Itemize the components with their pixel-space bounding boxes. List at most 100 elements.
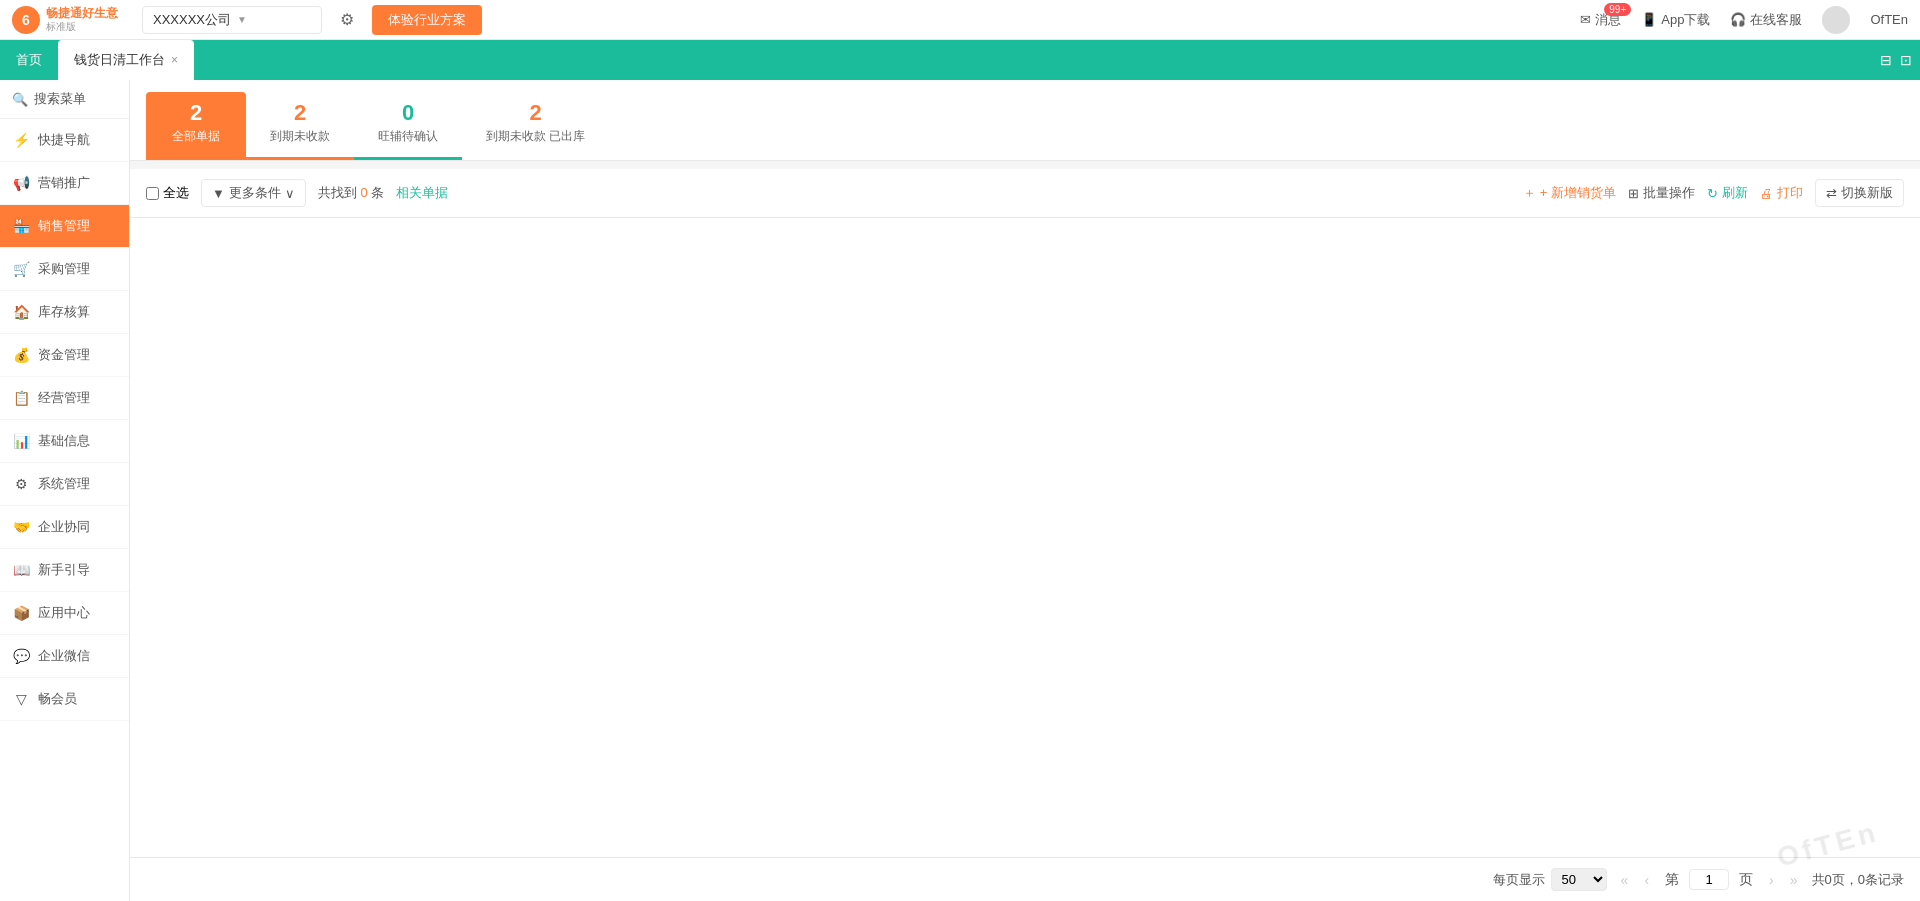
sidebar-item-system-label: 系统管理	[38, 475, 90, 493]
prev-page-button[interactable]: ‹	[1638, 870, 1655, 890]
add-sale-button[interactable]: ＋ + 新增销货单	[1523, 184, 1616, 202]
last-page-button[interactable]: »	[1784, 870, 1804, 890]
filter-button[interactable]: ▼ 更多条件 ∨	[201, 179, 306, 207]
switch-version-button[interactable]: ⇄ 切换新版	[1815, 179, 1904, 207]
marketing-icon: 📢	[12, 175, 30, 191]
top-header: 6 畅捷通好生意 标准版 XXXXXX公司 ▼ ⚙ 体验行业方案 ✉ 消息 99…	[0, 0, 1920, 40]
stat-label-overdue: 到期未收款	[270, 128, 330, 145]
company-selector[interactable]: XXXXXX公司 ▼	[142, 6, 322, 34]
filter-label: 更多条件	[229, 184, 281, 202]
quick-nav-icon: ⚡	[12, 132, 30, 148]
add-label: + 新增销货单	[1540, 184, 1616, 202]
tab-close-icon[interactable]: ×	[171, 53, 178, 67]
total-records-label: 共0页，0条记录	[1812, 871, 1904, 889]
stat-label-all: 全部单据	[172, 128, 220, 145]
filter-dropdown-icon: ∨	[285, 186, 295, 201]
sidebar-item-enterprise[interactable]: 🤝 企业协同	[0, 506, 129, 549]
stat-tab-overdue[interactable]: 2 到期未收款	[246, 92, 354, 160]
stat-tab-wangwang[interactable]: 0 旺辅待确认	[354, 92, 462, 160]
sidebar-item-apps[interactable]: 📦 应用中心	[0, 592, 129, 635]
sidebar-item-system[interactable]: ⚙ 系统管理	[0, 463, 129, 506]
next-page-button[interactable]: ›	[1763, 870, 1780, 890]
per-page-selector: 每页显示 10 20 50 100	[1493, 868, 1607, 891]
wechat-icon: 💬	[12, 648, 30, 664]
sidebar-item-guide[interactable]: 📖 新手引导	[0, 549, 129, 592]
system-icon: ⚙	[12, 476, 30, 492]
stat-count-shipped: 2	[530, 100, 542, 126]
sidebar-item-member-label: 畅会员	[38, 690, 77, 708]
stat-label-wangwang: 旺辅待确认	[378, 128, 438, 145]
settings-button[interactable]: ⚙	[332, 5, 362, 35]
app-download-button[interactable]: 📱 App下载	[1641, 11, 1710, 29]
refresh-label: 刷新	[1722, 184, 1748, 202]
page-navigation: « ‹ 第 页 › »	[1615, 869, 1804, 891]
online-service-button[interactable]: 🎧 在线客服	[1730, 11, 1802, 29]
page-label: 第	[1659, 869, 1685, 891]
online-service-label: 在线客服	[1750, 11, 1802, 29]
sidebar-item-member[interactable]: ▽ 畅会员	[0, 678, 129, 721]
sidebar-item-quick-nav[interactable]: ⚡ 快捷导航	[0, 119, 129, 162]
select-all-input[interactable]	[146, 187, 159, 200]
download-icon: 📱	[1641, 12, 1657, 27]
tab-workbench[interactable]: 钱货日清工作台 ×	[58, 40, 194, 80]
page-input[interactable]	[1689, 869, 1729, 890]
pagination: 每页显示 10 20 50 100 « ‹ 第 页 › » 共0页，0条记录	[130, 857, 1920, 901]
sidebar-item-inventory[interactable]: 🏠 库存核算	[0, 291, 129, 334]
per-page-select[interactable]: 10 20 50 100	[1551, 868, 1607, 891]
apps-icon: 📦	[12, 605, 30, 621]
stat-count-wangwang: 0	[402, 100, 414, 126]
inventory-icon: 🏠	[12, 304, 30, 320]
sidebar-item-wechat[interactable]: 💬 企业微信	[0, 635, 129, 678]
sidebar-item-sales[interactable]: 🏪 销售管理	[0, 205, 129, 248]
guide-icon: 📖	[12, 562, 30, 578]
app-logo-text: 畅捷通好生意 标准版	[46, 6, 118, 32]
batch-operation-button[interactable]: ⊞ 批量操作	[1628, 184, 1695, 202]
tab-home[interactable]: 首页	[0, 40, 58, 80]
member-icon: ▽	[12, 691, 30, 707]
message-button[interactable]: ✉ 消息 99+	[1580, 11, 1621, 29]
sidebar-item-basic[interactable]: 📊 基础信息	[0, 420, 129, 463]
app-version: 标准版	[46, 21, 118, 33]
sidebar-search[interactable]: 🔍 搜索菜单	[0, 80, 129, 119]
stat-count-all: 2	[190, 100, 202, 126]
stats-tabs: 2 全部单据 2 到期未收款 0 旺辅待确认 2 到期未收款 已出库	[130, 80, 1920, 161]
stat-tab-shipped[interactable]: 2 到期未收款 已出库	[462, 92, 609, 160]
purchase-icon: 🛒	[12, 261, 30, 277]
message-badge: 99+	[1604, 3, 1631, 16]
sidebar-item-operation-label: 经营管理	[38, 389, 90, 407]
search-icon: 🔍	[12, 92, 28, 107]
avatar[interactable]	[1822, 6, 1850, 34]
stat-label-shipped: 到期未收款 已出库	[486, 128, 585, 145]
sidebar-item-inventory-label: 库存核算	[38, 303, 90, 321]
message-icon: ✉	[1580, 12, 1591, 27]
enterprise-icon: 🤝	[12, 519, 30, 535]
sidebar-item-apps-label: 应用中心	[38, 604, 90, 622]
nav-tabs: 首页 钱货日清工作台 × ⊟ ⊡	[0, 40, 1920, 80]
first-page-button[interactable]: «	[1615, 870, 1635, 890]
sidebar-item-finance[interactable]: 💰 资金管理	[0, 334, 129, 377]
stat-tab-all[interactable]: 2 全部单据	[146, 92, 246, 160]
trial-button[interactable]: 体验行业方案	[372, 5, 482, 35]
operation-icon: 📋	[12, 390, 30, 406]
sidebar-item-purchase[interactable]: 🛒 采购管理	[0, 248, 129, 291]
app-download-label: App下载	[1661, 11, 1710, 29]
tab-minimize-icon[interactable]: ⊟	[1880, 52, 1892, 68]
sidebar-item-marketing[interactable]: 📢 营销推广	[0, 162, 129, 205]
basic-icon: 📊	[12, 433, 30, 449]
table-area	[130, 218, 1920, 857]
sales-icon: 🏪	[12, 218, 30, 234]
per-page-label: 每页显示	[1493, 871, 1545, 889]
sidebar: 🔍 搜索菜单 ⚡ 快捷导航 📢 营销推广 🏪 销售管理 🛒 采购管理 🏠 库存核…	[0, 80, 130, 901]
refresh-button[interactable]: ↻ 刷新	[1707, 184, 1748, 202]
select-all-checkbox[interactable]: 全选	[146, 184, 189, 202]
company-dropdown-arrow: ▼	[237, 14, 247, 25]
found-text: 共找到 0 条	[318, 184, 384, 202]
tab-expand-icon[interactable]: ⊡	[1900, 52, 1912, 68]
related-button[interactable]: 相关单据	[396, 184, 448, 202]
app-name: 畅捷通好生意	[46, 6, 118, 20]
switch-label: 切换新版	[1841, 184, 1893, 202]
batch-label: 批量操作	[1643, 184, 1695, 202]
sidebar-item-operation[interactable]: 📋 经营管理	[0, 377, 129, 420]
avatar-name[interactable]: OfTEn	[1870, 12, 1908, 27]
print-button[interactable]: 🖨 打印	[1760, 184, 1803, 202]
